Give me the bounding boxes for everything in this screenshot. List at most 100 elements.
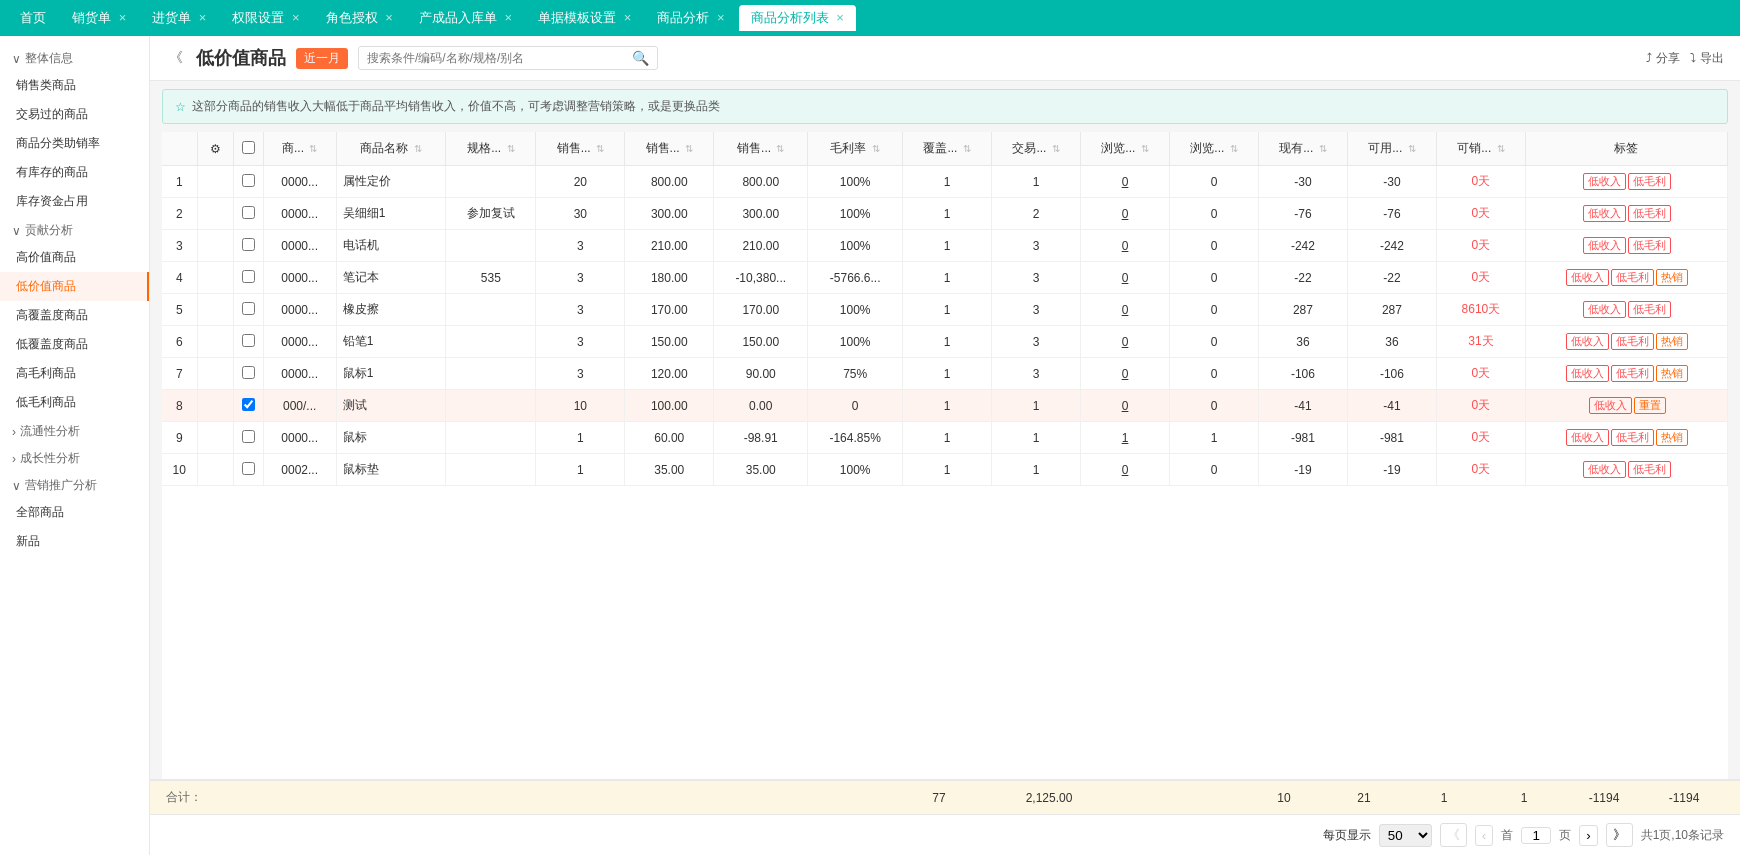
th-coverage[interactable]: 覆盖... ⇅ — [903, 132, 992, 166]
cell-checkbox[interactable] — [233, 390, 263, 422]
sidebar-section-overall[interactable]: ∨ 整体信息 — [0, 44, 149, 71]
sidebar-item-sales-goods[interactable]: 销售类商品 — [0, 71, 149, 100]
cell-sales-qty: 3 — [536, 358, 625, 390]
select-all-checkbox[interactable] — [242, 141, 255, 154]
cell-checkbox[interactable] — [233, 198, 263, 230]
cell-view1[interactable]: 0 — [1081, 390, 1170, 422]
cell-view1[interactable]: 0 — [1081, 294, 1170, 326]
sidebar-item-high-coverage[interactable]: 高覆盖度商品 — [0, 301, 149, 330]
sidebar-item-low-value[interactable]: 低价值商品 — [0, 272, 149, 301]
nav-home[interactable]: 首页 — [8, 5, 58, 31]
th-settings[interactable]: ⚙ — [197, 132, 233, 166]
sidebar-section-marketing[interactable]: ∨ 营销推广分析 — [0, 471, 149, 498]
cell-checkbox[interactable] — [233, 166, 263, 198]
nav-permission-settings[interactable]: 权限设置 × — [220, 5, 311, 31]
cell-trade: 3 — [992, 358, 1081, 390]
sidebar-section-growth[interactable]: › 成长性分析 — [0, 444, 149, 471]
cell-view1[interactable]: 0 — [1081, 230, 1170, 262]
th-view1[interactable]: 浏览... ⇅ — [1081, 132, 1170, 166]
filter-period-button[interactable]: 近一月 — [296, 48, 348, 69]
cell-checkbox[interactable] — [233, 326, 263, 358]
view1-link[interactable]: 0 — [1122, 207, 1129, 221]
view1-link[interactable]: 0 — [1122, 367, 1129, 381]
nav-role-auth[interactable]: 角色授权 × — [314, 5, 405, 31]
th-sales-qty[interactable]: 销售... ⇅ — [536, 132, 625, 166]
prev-page-button[interactable]: ‹ — [1475, 825, 1493, 846]
row-checkbox[interactable] — [242, 398, 255, 411]
row-checkbox[interactable] — [242, 462, 255, 475]
th-sales-amount[interactable]: 销售... ⇅ — [625, 132, 714, 166]
per-page-select[interactable]: 50 100 200 — [1379, 824, 1432, 847]
row-checkbox[interactable] — [242, 366, 255, 379]
row-checkbox[interactable] — [242, 302, 255, 315]
sidebar-item-high-margin[interactable]: 高毛利商品 — [0, 359, 149, 388]
view1-link[interactable]: 0 — [1122, 175, 1129, 189]
cell-checkbox[interactable] — [233, 294, 263, 326]
cell-view1[interactable]: 0 — [1081, 198, 1170, 230]
view1-link[interactable]: 0 — [1122, 463, 1129, 477]
view1-link[interactable]: 0 — [1122, 335, 1129, 349]
row-checkbox[interactable] — [242, 334, 255, 347]
th-view2[interactable]: 浏览... ⇅ — [1170, 132, 1259, 166]
sidebar-item-new-goods[interactable]: 新品 — [0, 527, 149, 556]
sidebar-item-high-value[interactable]: 高价值商品 — [0, 243, 149, 272]
cell-view1[interactable]: 0 — [1081, 454, 1170, 486]
row-checkbox[interactable] — [242, 174, 255, 187]
th-spec[interactable]: 规格... ⇅ — [446, 132, 536, 166]
cell-checkbox[interactable] — [233, 422, 263, 454]
th-available[interactable]: 可用... ⇅ — [1347, 132, 1436, 166]
cell-checkbox[interactable] — [233, 454, 263, 486]
row-checkbox[interactable] — [242, 270, 255, 283]
export-button[interactable]: ⤵ 导出 — [1690, 50, 1724, 67]
row-checkbox[interactable] — [242, 238, 255, 251]
th-code[interactable]: 商... ⇅ — [263, 132, 336, 166]
th-checkbox[interactable] — [233, 132, 263, 166]
row-checkbox[interactable] — [242, 206, 255, 219]
search-icon[interactable]: 🔍 — [632, 50, 649, 66]
cell-checkbox[interactable] — [233, 262, 263, 294]
cell-view1[interactable]: 0 — [1081, 326, 1170, 358]
sidebar-item-category-rate[interactable]: 商品分类助销率 — [0, 129, 149, 158]
search-input[interactable] — [367, 51, 628, 65]
sidebar-item-inventory-goods[interactable]: 有库存的商品 — [0, 158, 149, 187]
sidebar-item-low-margin[interactable]: 低毛利商品 — [0, 388, 149, 417]
th-sales-cost[interactable]: 销售... ⇅ — [714, 132, 808, 166]
nav-product-analysis-list[interactable]: 商品分析列表 × — [739, 5, 856, 31]
cell-view1[interactable]: 0 — [1081, 166, 1170, 198]
page-number-input[interactable] — [1521, 827, 1551, 844]
nav-product-inbound[interactable]: 产成品入库单 × — [407, 5, 524, 31]
next-page-button[interactable]: › — [1579, 825, 1597, 846]
row-checkbox[interactable] — [242, 430, 255, 443]
view1-link[interactable]: 0 — [1122, 271, 1129, 285]
cell-checkbox[interactable] — [233, 358, 263, 390]
th-name[interactable]: 商品名称 ⇅ — [336, 132, 446, 166]
last-page-button[interactable]: 》 — [1606, 823, 1633, 847]
data-table-container[interactable]: ⚙ 商... ⇅ 商品名称 ⇅ 规格... ⇅ 销售... ⇅ 销售... ⇅ … — [162, 132, 1728, 779]
sidebar-item-traded-goods[interactable]: 交易过的商品 — [0, 100, 149, 129]
cell-view1[interactable]: 0 — [1081, 262, 1170, 294]
share-button[interactable]: ⤴ 分享 — [1646, 50, 1680, 67]
cell-checkbox[interactable] — [233, 230, 263, 262]
th-margin-rate[interactable]: 毛利率 ⇅ — [808, 132, 903, 166]
view1-link[interactable]: 0 — [1122, 239, 1129, 253]
nav-product-analysis[interactable]: 商品分析 × — [645, 5, 736, 31]
th-current-stock[interactable]: 现有... ⇅ — [1258, 132, 1347, 166]
sidebar-section-flow[interactable]: › 流通性分析 — [0, 417, 149, 444]
th-saleable[interactable]: 可销... ⇅ — [1436, 132, 1525, 166]
nav-template-settings[interactable]: 单据模板设置 × — [526, 5, 643, 31]
th-tags[interactable]: 标签 — [1525, 132, 1727, 166]
nav-purchase-order[interactable]: 进货单 × — [140, 5, 218, 31]
sidebar-item-all-goods[interactable]: 全部商品 — [0, 498, 149, 527]
sidebar-section-contribution[interactable]: ∨ 贡献分析 — [0, 216, 149, 243]
th-trade[interactable]: 交易... ⇅ — [992, 132, 1081, 166]
sidebar-item-low-coverage[interactable]: 低覆盖度商品 — [0, 330, 149, 359]
view1-link[interactable]: 1 — [1122, 431, 1129, 445]
cell-view1[interactable]: 1 — [1081, 422, 1170, 454]
cell-view1[interactable]: 0 — [1081, 358, 1170, 390]
sidebar-item-inventory-capital[interactable]: 库存资金占用 — [0, 187, 149, 216]
sidebar-collapse-button[interactable]: 《 — [166, 48, 186, 68]
nav-sales-order[interactable]: 销货单 × — [60, 5, 138, 31]
view1-link[interactable]: 0 — [1122, 399, 1129, 413]
first-page-button[interactable]: 《 — [1440, 823, 1467, 847]
view1-link[interactable]: 0 — [1122, 303, 1129, 317]
